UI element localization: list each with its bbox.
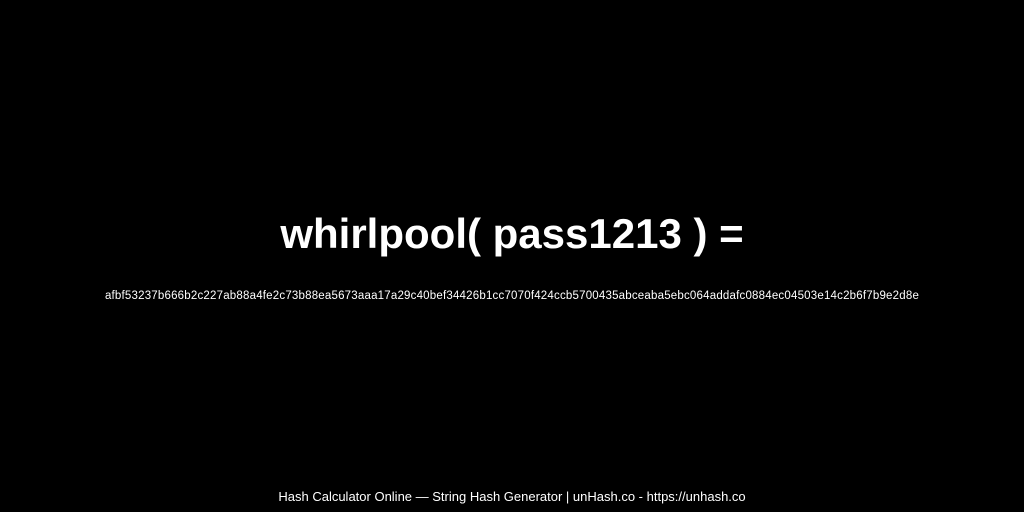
footer-text: Hash Calculator Online — String Hash Gen… bbox=[0, 489, 1024, 504]
hash-output: afbf53237b666b2c227ab88a4fe2c73b88ea5673… bbox=[105, 290, 919, 302]
main-content: whirlpool( pass1213 ) = afbf53237b666b2c… bbox=[0, 0, 1024, 512]
hash-expression: whirlpool( pass1213 ) = bbox=[280, 210, 743, 258]
